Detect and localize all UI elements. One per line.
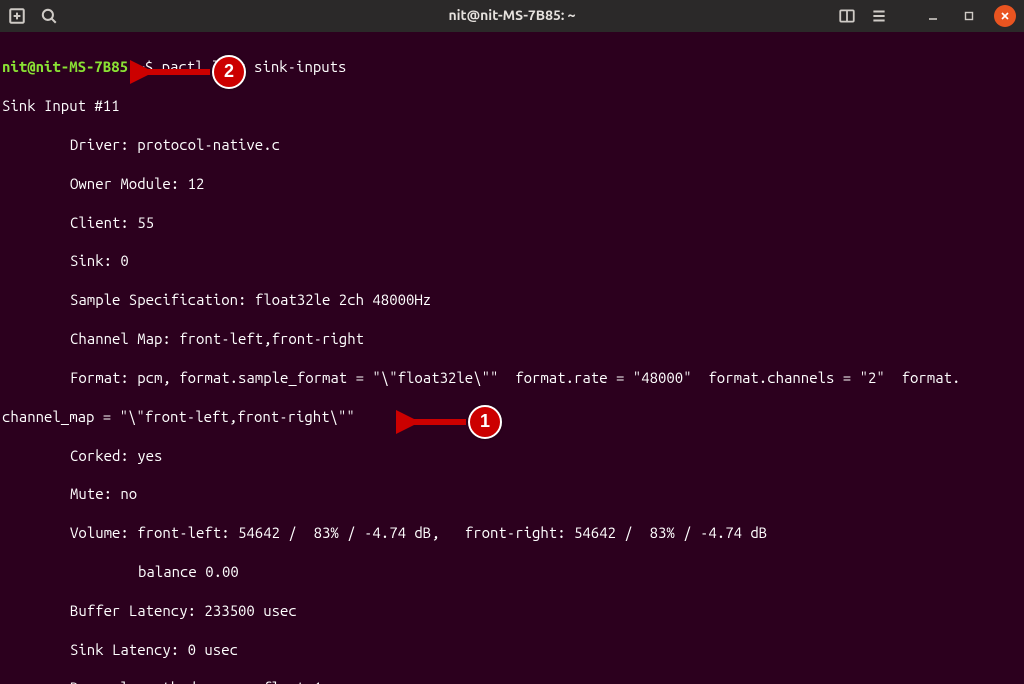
command-text: pactl list sink-inputs: [162, 58, 347, 75]
out-sink: Sink: 0: [2, 251, 129, 270]
menu-icon[interactable]: [870, 7, 888, 25]
out-corked: Corked: yes: [2, 446, 162, 465]
out-owner-module: Owner Module: 12: [2, 174, 204, 193]
prompt-dollar: $: [145, 58, 153, 75]
sink-input-header: Sink Input #11: [2, 96, 1022, 115]
out-volume: Volume: front-left: 54642 / 83% / -4.74 …: [2, 523, 767, 542]
out-sink-latency: Sink Latency: 0 usec: [2, 640, 238, 659]
prompt-user-host: nit@nit-MS-7B85: [2, 58, 128, 75]
prompt-line-1: nit@nit-MS-7B85:~$ pactl list sink-input…: [2, 57, 1022, 76]
close-button[interactable]: [994, 5, 1016, 27]
out-client: Client: 55: [2, 213, 154, 232]
out-resample: Resample method: speex-float-1: [2, 678, 322, 684]
split-icon[interactable]: [838, 7, 856, 25]
terminal-body[interactable]: nit@nit-MS-7B85:~$ pactl list sink-input…: [0, 32, 1024, 684]
search-icon[interactable]: [40, 7, 58, 25]
titlebar: nit@nit-MS-7B85: ~: [0, 0, 1024, 32]
out-format-1: Format: pcm, format.sample_format = "\"f…: [2, 368, 960, 387]
maximize-button[interactable]: [958, 5, 980, 27]
out-driver: Driver: protocol-native.c: [2, 135, 280, 154]
minimize-button[interactable]: [922, 5, 944, 27]
out-format-2: channel_map = "\"front-left,front-right\…: [2, 407, 1022, 426]
out-channel-map: Channel Map: front-left,front-right: [2, 329, 364, 348]
out-balance: balance 0.00: [2, 562, 239, 581]
out-sample-spec: Sample Specification: float32le 2ch 4800…: [2, 290, 431, 309]
out-mute: Mute: no: [2, 484, 137, 503]
new-tab-icon[interactable]: [8, 7, 26, 25]
prompt-path: ~: [136, 58, 144, 75]
out-buffer-latency: Buffer Latency: 233500 usec: [2, 601, 297, 620]
